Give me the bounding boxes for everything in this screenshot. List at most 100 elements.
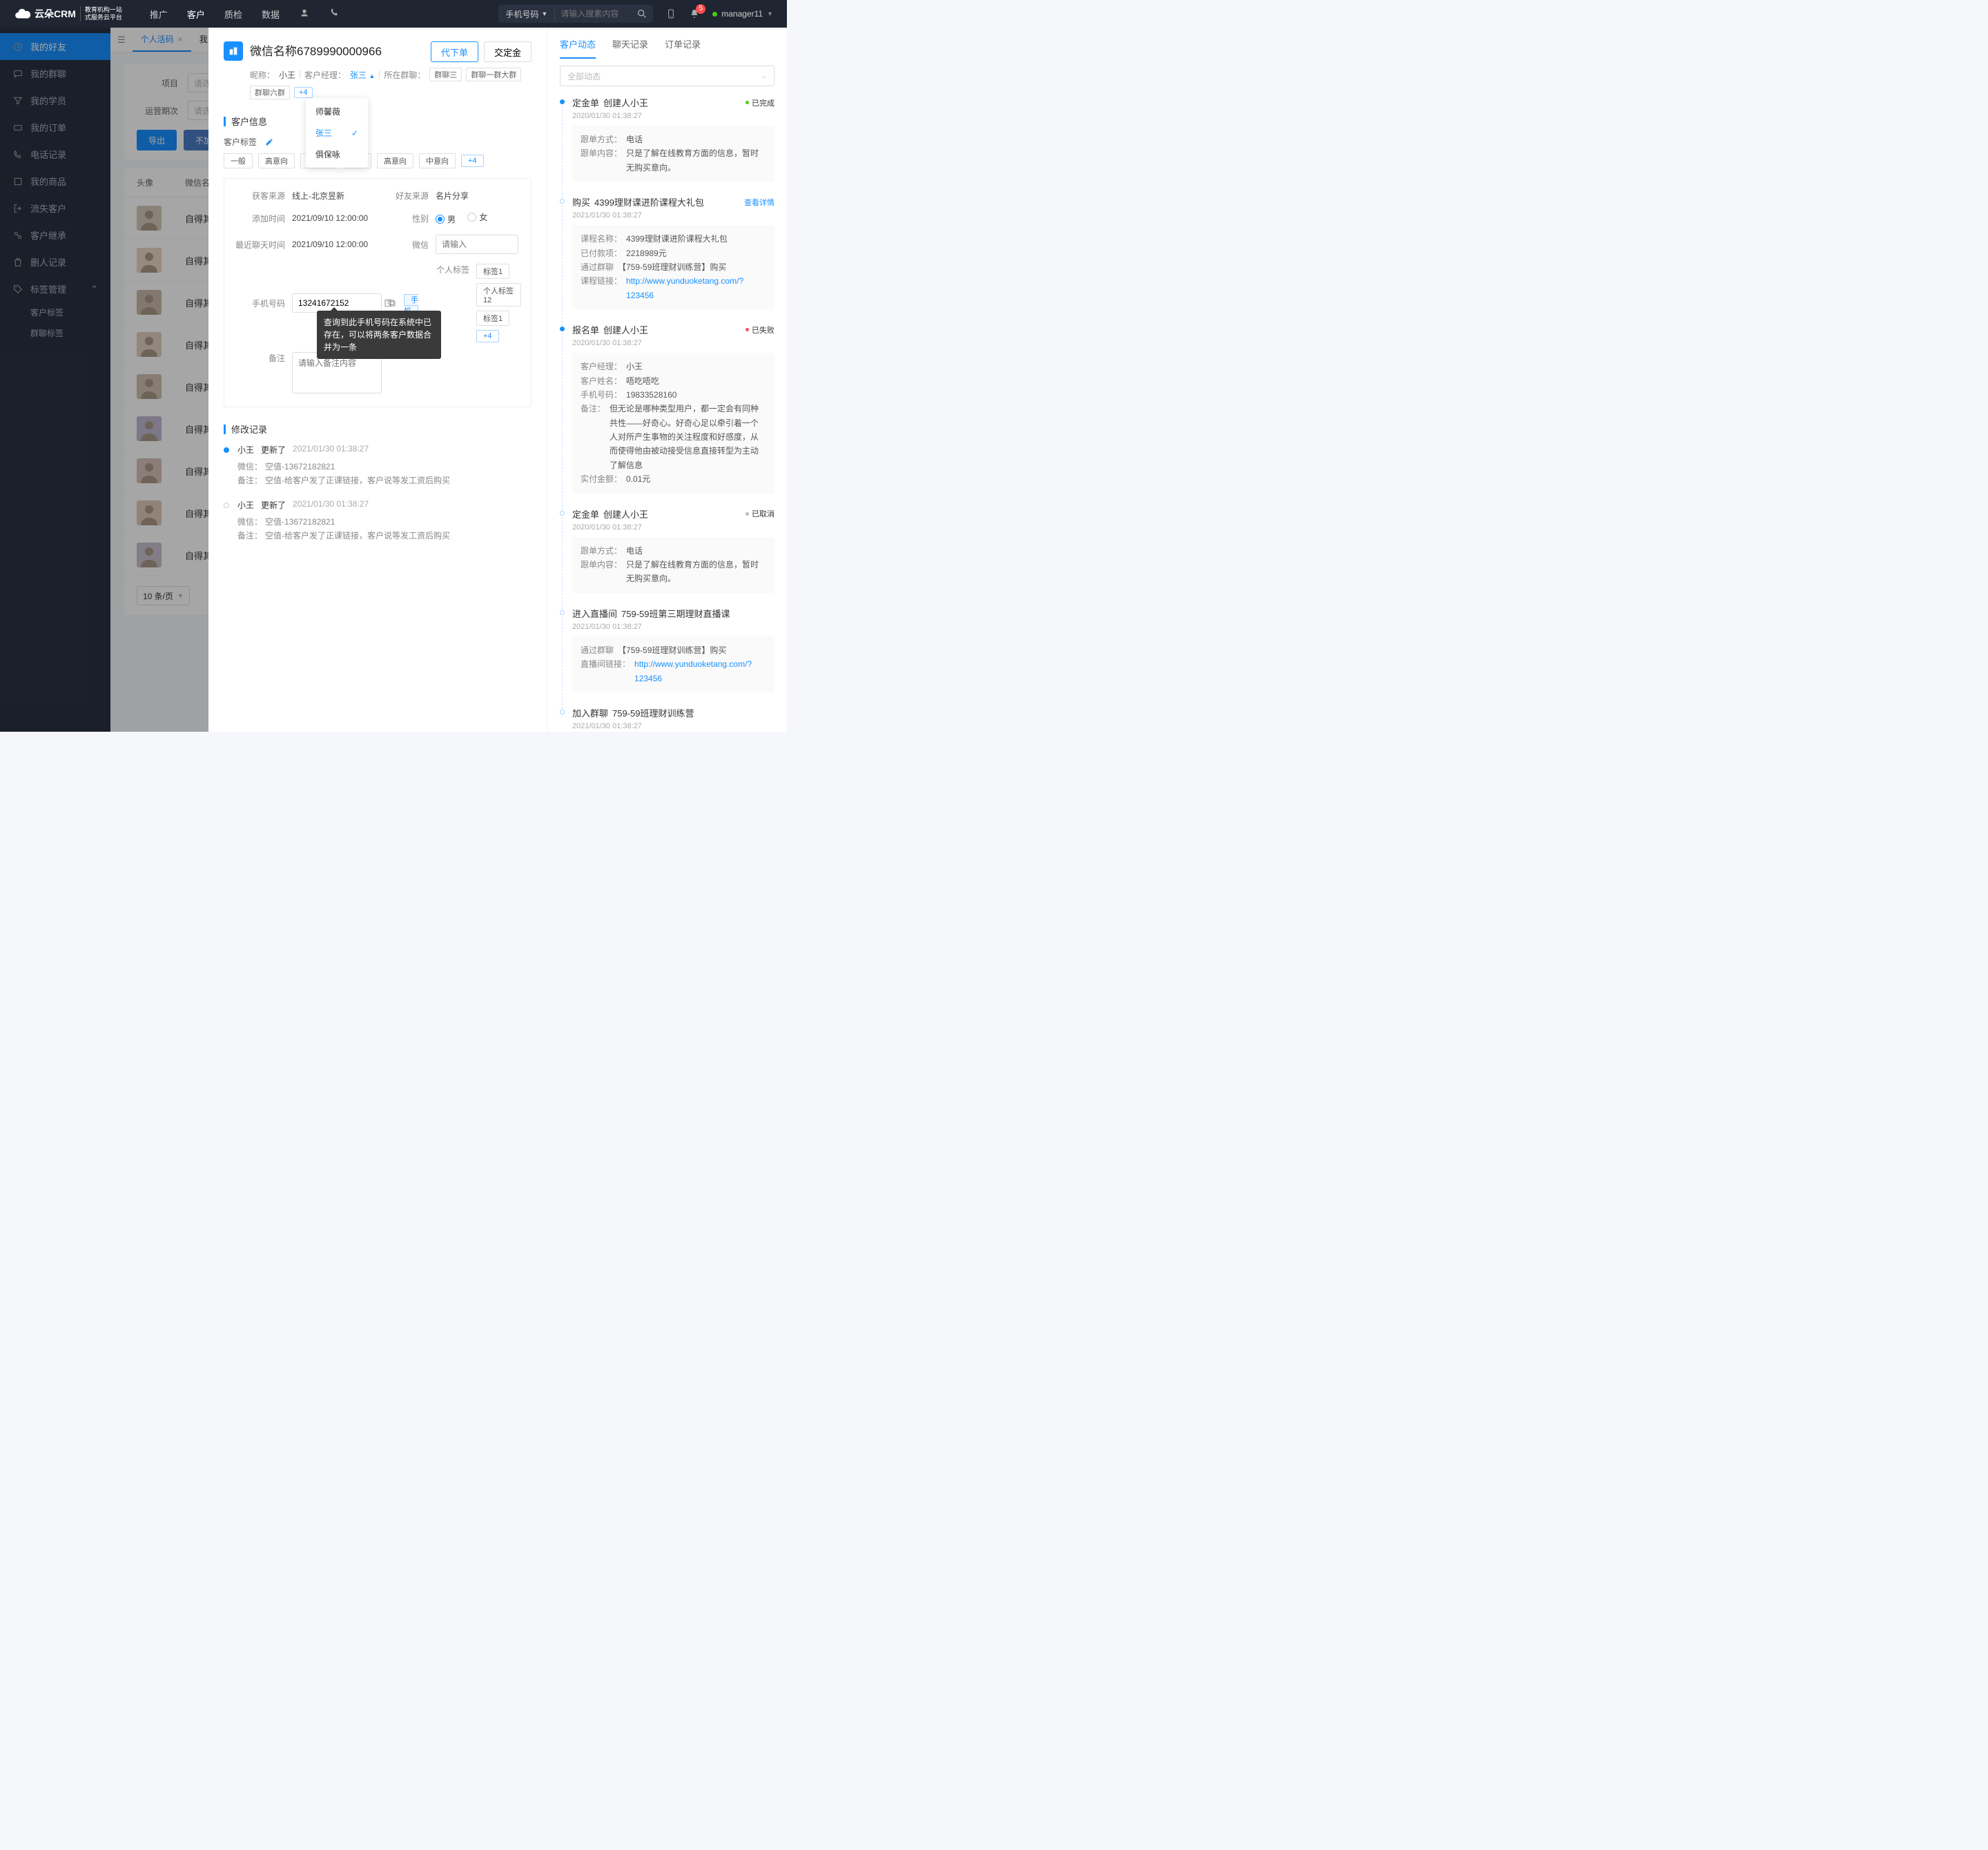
manager-dropdown: 师馨薇 张三✓ 俱保咏 (306, 98, 368, 168)
dd-option[interactable]: 师馨薇 (306, 101, 368, 122)
tl-value: 19833528160 (626, 388, 766, 402)
tab-orders[interactable]: 订单记录 (665, 37, 701, 59)
tags-label: 客户标签 (224, 136, 257, 148)
phone-icon[interactable] (329, 8, 340, 21)
group-chip: 群聊一群大群 (466, 68, 521, 81)
tl-value: 只是了解在线教育方面的信息，暂时无购买意向。 (626, 146, 766, 175)
timeline-dot (560, 610, 565, 615)
log-time: 2021/01/30 01:38:27 (293, 499, 369, 511)
log-dot (224, 447, 229, 453)
search-button[interactable] (631, 8, 653, 19)
tl-time: 2021/01/30 01:38:27 (572, 722, 774, 730)
nav-data[interactable]: 数据 (262, 8, 280, 21)
order-button[interactable]: 代下单 (431, 41, 478, 62)
tl-status: 已取消 (746, 508, 774, 519)
last-chat-value: 2021/09/10 12:00:00 (292, 240, 378, 249)
tl-time: 2020/01/30 01:38:27 (572, 339, 774, 347)
tag: 高意向 (258, 153, 295, 168)
top-nav: 推广 客户 质检 数据 (150, 8, 340, 21)
user-icon[interactable] (299, 8, 310, 21)
customer-drawer: 微信名称6789990000966 代下单 交定金 昵称：小王 客户经理：张三 … (208, 28, 787, 732)
view-detail-link[interactable]: 查看详情 (744, 197, 774, 208)
sex-male-radio[interactable]: 男 (436, 213, 456, 225)
building-icon (224, 41, 243, 61)
section-customer-info: 客户信息 (231, 115, 267, 128)
tl-value: 电话 (626, 133, 766, 146)
tl-value: 小王 (626, 360, 766, 373)
tl-value: 4399理财课进阶课程大礼包 (626, 232, 766, 246)
tl-title: 定金单 (572, 507, 599, 520)
tl-value: 【759-59班理财训练营】购买 (618, 260, 766, 274)
tl-value[interactable]: http://www.yunduoketang.com/?123456 (626, 274, 766, 302)
source-value: 线上-北京昱新 (292, 190, 378, 202)
dd-option[interactable]: 俱保咏 (306, 144, 368, 165)
timeline-item: 进入直播间759-59班第三期理财直播课2021/01/30 01:38:27通… (560, 607, 774, 706)
timeline-dot (560, 99, 565, 104)
ptag: 标签1 (476, 311, 509, 326)
tl-time: 2021/01/30 01:38:27 (572, 623, 774, 631)
search-type-select[interactable]: 手机号码▼ (498, 8, 555, 20)
log-time: 2021/01/30 01:38:27 (293, 444, 369, 456)
tl-value: 电话 (626, 544, 766, 558)
wechat-input[interactable] (436, 235, 518, 254)
tl-title: 报名单 (572, 323, 599, 336)
log-user: 小王 (237, 499, 254, 511)
ptag: 标签1 (476, 264, 509, 279)
timeline-item: 报名单创建人小王已失败2020/01/30 01:38:27客户经理：小王客户姓… (560, 323, 774, 507)
mobile-icon[interactable] (665, 8, 676, 19)
dd-option[interactable]: 张三✓ (306, 122, 368, 144)
tl-value: 唔吃唔吃 (626, 374, 766, 388)
tl-title: 购买 (572, 195, 590, 208)
nav-qc[interactable]: 质检 (224, 8, 242, 21)
logo: 云朵CRM 教育机构一站式服务云平台 (14, 5, 122, 23)
timeline-dot (560, 327, 565, 331)
tl-value[interactable]: http://www.yunduoketang.com/?123456 (634, 657, 766, 685)
timeline-item: 购买4399理财课进阶课程大礼包查看详情2021/01/30 01:38:27课… (560, 195, 774, 323)
timeline-item: 定金单创建人小王已取消2020/01/30 01:38:27跟单方式：电话跟单内… (560, 507, 774, 607)
tl-value: 【759-59班理财训练营】购买 (618, 643, 766, 657)
tl-time: 2020/01/30 01:38:27 (572, 523, 774, 532)
add-time-value: 2021/09/10 12:00:00 (292, 213, 378, 223)
tl-value: 0.01元 (626, 472, 766, 486)
drawer-title: 微信名称6789990000966 (250, 41, 382, 59)
tag: 高意向 (377, 153, 413, 168)
section-change-log: 修改记录 (231, 422, 267, 436)
tl-title: 定金单 (572, 96, 599, 109)
topbar: 云朵CRM 教育机构一站式服务云平台 推广 客户 质检 数据 手机号码▼ 5 m… (0, 0, 787, 28)
search-input[interactable] (555, 9, 631, 19)
ptag: 个人标签12 (476, 283, 521, 306)
group-more[interactable]: +4 (294, 87, 313, 98)
nav-customer[interactable]: 客户 (187, 8, 205, 21)
deposit-button[interactable]: 交定金 (484, 41, 532, 62)
timeline-dot (560, 710, 565, 714)
sex-female-radio[interactable]: 女 (467, 211, 487, 223)
tab-chat[interactable]: 聊天记录 (612, 37, 648, 59)
group-chip: 群聊六群 (250, 86, 290, 99)
ptags-more[interactable]: +4 (476, 330, 499, 342)
bell-icon[interactable]: 5 (689, 8, 700, 19)
tl-status: 已完成 (746, 97, 774, 108)
contacts-icon[interactable] (383, 298, 393, 308)
edit-icon[interactable] (265, 137, 274, 146)
log-dot (224, 503, 229, 508)
tl-value: 但无论是哪种类型用户，都一定会有同种共性——好奇心。好奇心足以牵引着一个人对所产… (610, 402, 766, 472)
tl-title: 进入直播间 (572, 607, 617, 620)
nick-value: 小王 (279, 69, 295, 81)
tl-value: 2218989元 (626, 246, 766, 260)
phone-tooltip: 查询到此手机号码在系统中已存在，可以将两条客户数据合并为一条 (317, 311, 441, 359)
activity-filter-select[interactable]: 全部动态⌄ (560, 66, 774, 86)
timeline-dot (560, 511, 565, 516)
timeline-dot (560, 199, 565, 204)
tab-activity[interactable]: 客户动态 (560, 37, 596, 59)
user-menu[interactable]: manager11▼ (712, 9, 773, 19)
friend-source-value: 名片分享 (436, 190, 521, 202)
tags-more[interactable]: +4 (461, 155, 484, 167)
timeline-item: 定金单创建人小王已完成2020/01/30 01:38:27跟单方式：电话跟单内… (560, 96, 774, 195)
check-icon: ✓ (351, 128, 358, 138)
tl-time: 2021/01/30 01:38:27 (572, 211, 774, 220)
timeline-item: 加入群聊759-59班理财训练营2021/01/30 01:38:27入群方式：… (560, 706, 774, 732)
nav-promo[interactable]: 推广 (150, 8, 168, 21)
tl-title: 加入群聊 (572, 706, 608, 719)
manager-select[interactable]: 张三 ▲ (350, 69, 375, 81)
log-user: 小王 (237, 444, 254, 456)
